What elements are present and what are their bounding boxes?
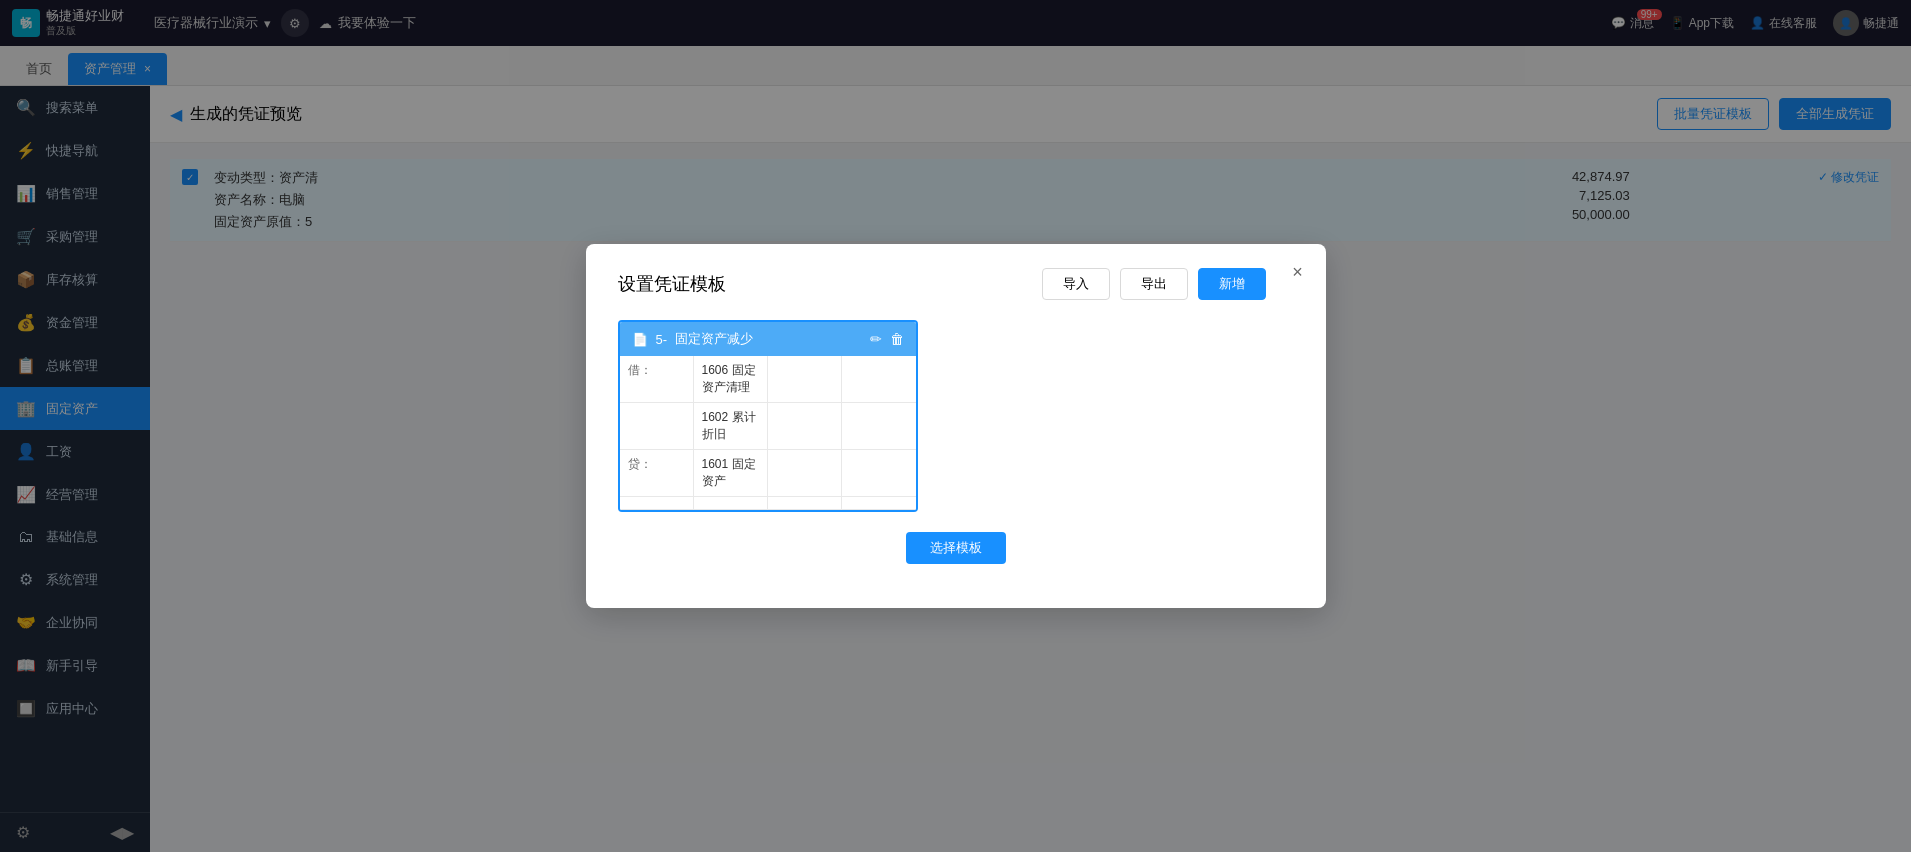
template-credit-row: 贷： 1601 固定资产 [620,450,916,497]
delete-icon[interactable]: 🗑 [890,331,904,347]
template-body: 借： 1606 固定资产清理 1602 累计折旧 贷： 1601 固定资产 [620,356,916,510]
edit-icon[interactable]: ✏ [870,331,882,347]
debit-code-2: 1602 累计折旧 [694,403,768,449]
template-name: 固定资产减少 [675,330,753,348]
template-number: 5- [656,332,668,347]
template-debit-row-1: 借： 1606 固定资产清理 [620,356,916,403]
debit-label: 借： [620,356,694,402]
dialog: 设置凭证模板 × 导入 导出 新增 📄 5-固定资产减少 ✏ 🗑 [586,244,1326,608]
new-button[interactable]: 新增 [1198,268,1266,300]
debit-amount-col2 [842,356,916,402]
select-template-button[interactable]: 选择模板 [906,532,1006,564]
debit-code-1: 1606 固定资产清理 [694,356,768,402]
debit-amount-col1 [768,356,842,402]
debit-indent [620,403,694,449]
credit-code-1: 1601 固定资产 [694,450,768,496]
dialog-close-button[interactable]: × [1286,260,1310,284]
dialog-toolbar: 导入 导出 新增 [1042,268,1266,300]
template-card-header: 📄 5- 固定资产减少 ✏ 🗑 [620,322,916,356]
credit-col3 [842,450,916,496]
credit-col2 [768,450,842,496]
modal-overlay: 设置凭证模板 × 导入 导出 新增 📄 5-固定资产减少 ✏ 🗑 [0,0,1911,852]
template-card: 📄 5- 固定资产减少 ✏ 🗑 借： 1606 固定资产清理 [618,320,918,512]
debit-col3 [842,403,916,449]
credit-label: 贷： [620,450,694,496]
import-button[interactable]: 导入 [1042,268,1110,300]
template-actions: ✏ 🗑 [870,331,904,347]
debit-col2 [768,403,842,449]
template-debit-row-2: 1602 累计折旧 [620,403,916,450]
template-empty-row [620,497,916,510]
export-button[interactable]: 导出 [1120,268,1188,300]
template-doc-icon: 📄 [632,332,648,347]
